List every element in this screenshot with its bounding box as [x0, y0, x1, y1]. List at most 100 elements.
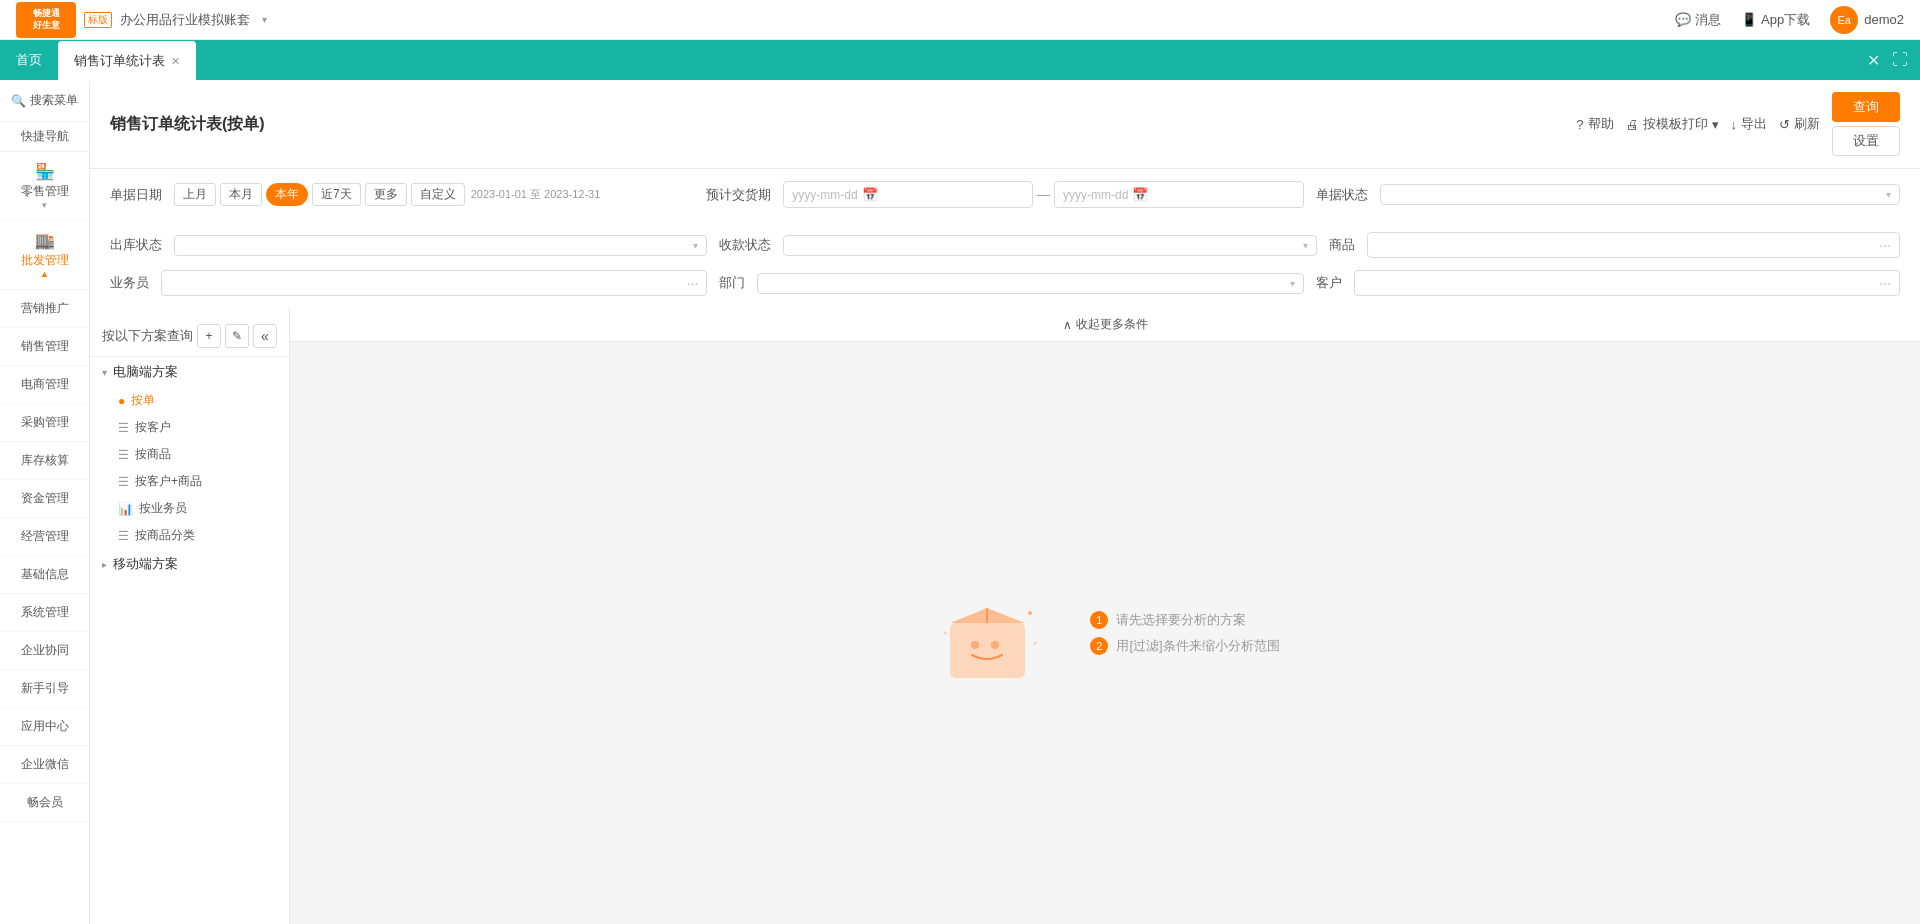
last-month-btn[interactable]: 上月	[174, 183, 216, 206]
sidebar-item-system[interactable]: 系统管理	[0, 594, 89, 632]
sidebar-item-retail[interactable]: 🏪 零售管理 ▾	[0, 152, 89, 221]
this-year-btn[interactable]: 本年	[266, 183, 308, 206]
message-button[interactable]: 💬 消息	[1675, 11, 1721, 29]
this-month-btn[interactable]: 本月	[220, 183, 262, 206]
sidebar-item-apps[interactable]: 应用中心	[0, 708, 89, 746]
message-label: 消息	[1695, 11, 1721, 29]
sidebar-item-newbie-label: 新手引导	[21, 680, 69, 697]
date-range-display: 2023-01-01 至 2023-12-31	[471, 187, 601, 202]
settings-button[interactable]: 设置	[1832, 126, 1900, 156]
expected-delivery-end-input[interactable]: yyyy-mm-dd 📅	[1054, 181, 1304, 208]
tab-close-window-icon[interactable]: ✕	[1863, 47, 1884, 74]
main-layout: 🔍 搜索菜单 快捷导航 🏪 零售管理 ▾ 🏬 批发管理 ▲ 营销推广 销售管理 …	[0, 80, 1920, 924]
salesperson-more-icon[interactable]: ···	[687, 275, 699, 291]
by-customer-goods-label: 按客户+商品	[135, 473, 202, 490]
tree-group-mobile[interactable]: ▸ 移动端方案	[90, 549, 289, 579]
customer-more-icon[interactable]: ···	[1879, 275, 1891, 291]
salesperson-select[interactable]: ···	[161, 270, 707, 296]
search-menu-button[interactable]: 🔍 搜索菜单	[6, 88, 83, 113]
sidebar-item-sales[interactable]: 销售管理	[0, 328, 89, 366]
sidebar-item-purchase[interactable]: 采购管理	[0, 404, 89, 442]
wholesale-icon: 🏬	[35, 231, 55, 250]
tip-number-2: 2	[1090, 637, 1108, 655]
user-profile[interactable]: Ea demo2	[1830, 6, 1904, 34]
company-dropdown-icon[interactable]: ▾	[262, 14, 267, 25]
sidebar: 🔍 搜索菜单 快捷导航 🏪 零售管理 ▾ 🏬 批发管理 ▲ 营销推广 销售管理 …	[0, 80, 90, 924]
logo: 畅捷通 好生意	[16, 2, 76, 38]
tree-item-by-salesperson[interactable]: 📊 按业务员	[106, 495, 289, 522]
empty-tip-1: 1 请先选择要分析的方案	[1090, 611, 1279, 629]
tip-text-2: 用[过滤]条件来缩小分析范围	[1116, 637, 1279, 655]
left-panel-area: 按以下方案查询 + ✎ « ▾ 电脑端方案 ● 按单	[90, 308, 1920, 924]
topbar-left: 畅捷通 好生意 标版 办公用品行业模拟账套 ▾	[16, 2, 267, 38]
department-label: 部门	[719, 274, 745, 292]
sidebar-item-wechat-label: 企业微信	[21, 756, 69, 773]
refresh-button[interactable]: ↺ 刷新	[1779, 115, 1820, 133]
page-actions: ? 帮助 🖨 按模板打印 ▾ ↓ 导出 ↺ 刷新 查询	[1576, 92, 1900, 168]
payment-status-select[interactable]: ▾	[783, 235, 1316, 256]
help-button[interactable]: ? 帮助	[1576, 115, 1613, 133]
tabbar-right: ✕ ⛶	[1863, 47, 1920, 74]
panel-toolbar: + ✎ «	[197, 324, 277, 348]
sidebar-item-operation[interactable]: 经营管理	[0, 518, 89, 556]
customer-select[interactable]: ···	[1354, 270, 1900, 296]
empty-illustration	[930, 573, 1050, 693]
tree-children-pc: ● 按单 ☰ 按客户 ☰ 按商品 ☰ 按客户+商品	[90, 387, 289, 549]
filter-row-3: 业务员 ··· 部门 ▾ 客户 ···	[110, 270, 1900, 308]
tree-group-pc[interactable]: ▾ 电脑端方案	[90, 357, 289, 387]
goods-label: 商品	[1329, 236, 1355, 254]
tab-sales-order-stats[interactable]: 销售订单统计表 ✕	[58, 41, 196, 81]
date-filter-group: 上月 本月 本年 近7天 更多 自定义 2023-01-01 至 2023-12…	[174, 183, 694, 206]
tree-group-pc-label: 电脑端方案	[113, 363, 178, 381]
sidebar-item-member[interactable]: 畅会员	[0, 784, 89, 822]
tree-item-by-order[interactable]: ● 按单	[106, 387, 289, 414]
expected-delivery-start-input[interactable]: yyyy-mm-dd 📅	[783, 181, 1033, 208]
app-download-button[interactable]: 📱 App下载	[1741, 11, 1810, 29]
collapse-more-bar[interactable]: ∧ 收起更多条件	[290, 308, 1920, 342]
doc-status-select[interactable]: ▾	[1380, 184, 1900, 205]
sidebar-item-basic-label: 基础信息	[21, 566, 69, 583]
sidebar-item-enterprise[interactable]: 企业协同	[0, 632, 89, 670]
tree-item-by-customer[interactable]: ☰ 按客户	[106, 414, 289, 441]
sidebar-item-finance[interactable]: 资金管理	[0, 480, 89, 518]
export-button[interactable]: ↓ 导出	[1731, 115, 1768, 133]
sidebar-item-purchase-label: 采购管理	[21, 414, 69, 431]
tree-item-by-customer-goods[interactable]: ☰ 按客户+商品	[106, 468, 289, 495]
print-button[interactable]: 🖨 按模板打印 ▾	[1626, 115, 1719, 133]
help-icon: ?	[1576, 117, 1583, 132]
custom-date-btn[interactable]: 自定义	[411, 183, 465, 206]
tab-close-icon[interactable]: ✕	[171, 55, 180, 68]
topbar-right: 💬 消息 📱 App下载 Ea demo2	[1675, 6, 1904, 34]
department-select[interactable]: ▾	[757, 273, 1303, 294]
goods-more-icon[interactable]: ···	[1879, 237, 1891, 253]
sidebar-item-wholesale-label: 批发管理	[21, 252, 69, 269]
sidebar-item-ecommerce[interactable]: 电商管理	[0, 366, 89, 404]
by-salesperson-label: 按业务员	[139, 500, 187, 517]
add-scheme-button[interactable]: +	[197, 324, 221, 348]
search-menu-label: 搜索菜单	[30, 92, 78, 109]
more-date-btn[interactable]: 更多	[365, 183, 407, 206]
goods-select[interactable]: ···	[1367, 232, 1900, 258]
collapse-panel-button[interactable]: «	[253, 324, 277, 348]
tree-item-by-category[interactable]: ☰ 按商品分类	[106, 522, 289, 549]
sidebar-item-wholesale[interactable]: 🏬 批发管理 ▲	[0, 221, 89, 290]
empty-content: 1 请先选择要分析的方案 2 用[过滤]条件来缩小分析范围	[930, 573, 1279, 693]
sidebar-item-wechat[interactable]: 企业微信	[0, 746, 89, 784]
tree-arrow-right-icon: ▸	[102, 559, 107, 570]
svg-point-2	[991, 641, 999, 649]
topbar: 畅捷通 好生意 标版 办公用品行业模拟账套 ▾ 💬 消息 📱 App下载 Ea …	[0, 0, 1920, 40]
tab-expand-icon[interactable]: ⛶	[1888, 47, 1912, 73]
tree-item-by-goods[interactable]: ☰ 按商品	[106, 441, 289, 468]
last-7-days-btn[interactable]: 近7天	[312, 183, 361, 206]
sidebar-item-basic[interactable]: 基础信息	[0, 556, 89, 594]
tab-home[interactable]: 首页	[0, 40, 58, 80]
wholesale-chevron-icon: ▲	[40, 269, 49, 279]
sidebar-item-newbie[interactable]: 新手引导	[0, 670, 89, 708]
query-button[interactable]: 查询	[1832, 92, 1900, 122]
sidebar-item-operation-label: 经营管理	[21, 528, 69, 545]
out-status-select[interactable]: ▾	[174, 235, 707, 256]
sidebar-item-apps-label: 应用中心	[21, 718, 69, 735]
edit-scheme-button[interactable]: ✎	[225, 324, 249, 348]
sidebar-item-inventory[interactable]: 库存核算	[0, 442, 89, 480]
sidebar-item-marketing[interactable]: 营销推广	[0, 290, 89, 328]
